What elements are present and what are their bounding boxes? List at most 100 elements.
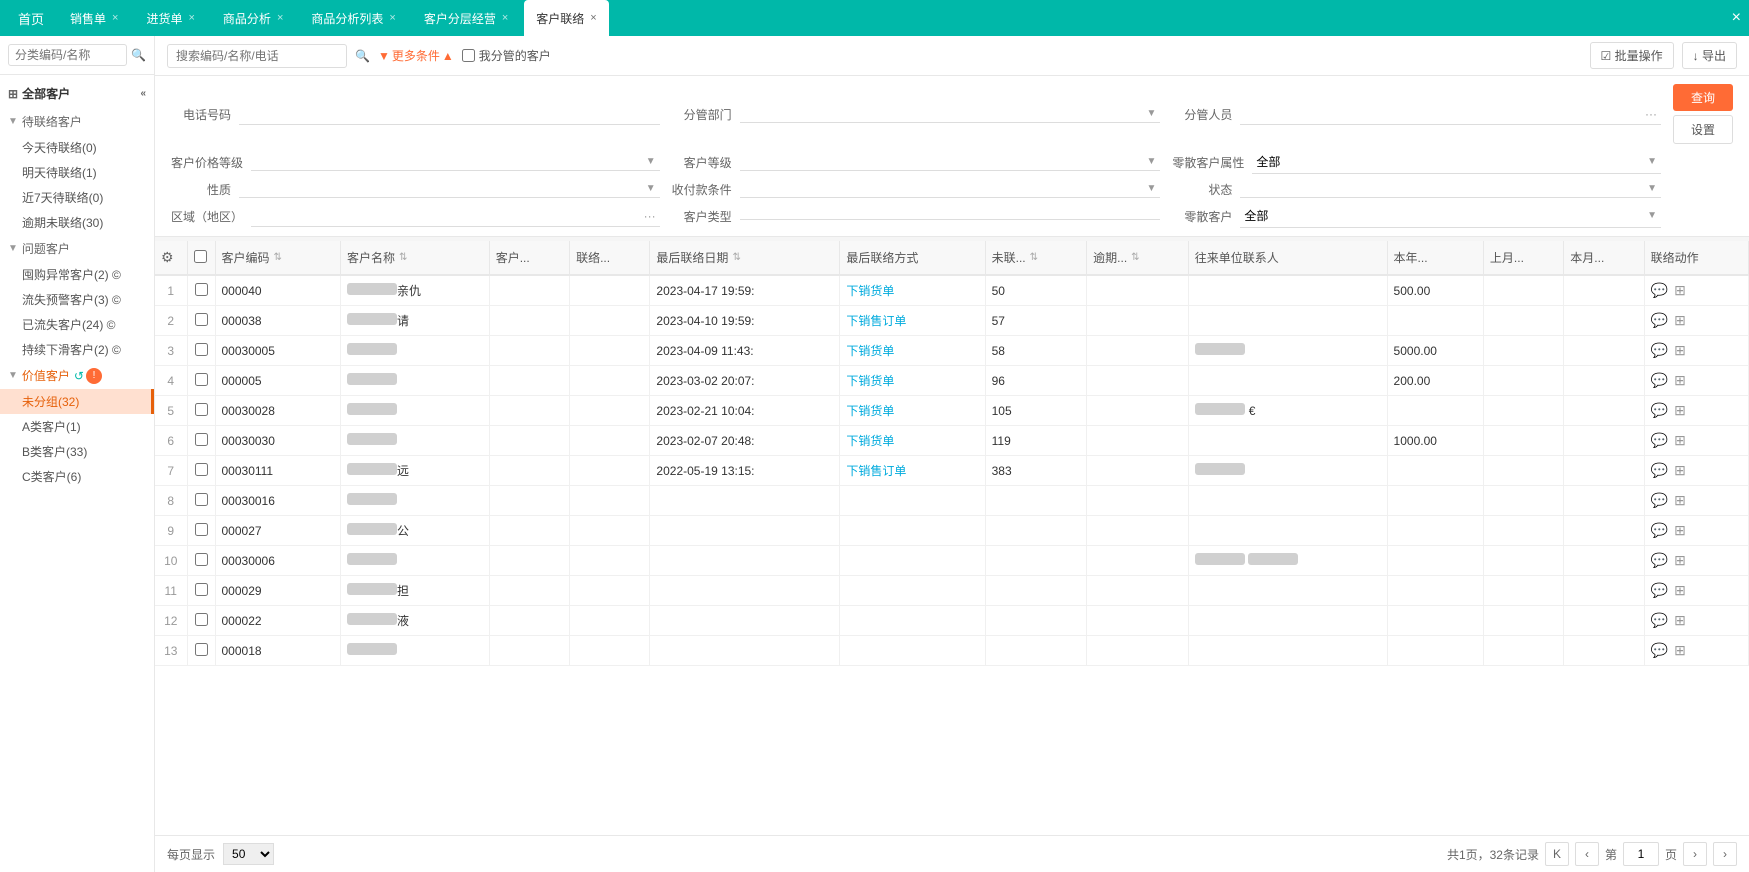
chat-icon[interactable]: 💬 <box>1651 282 1668 299</box>
sort-icon[interactable]: ⇅ <box>399 252 407 263</box>
sidebar-item-class-c[interactable]: C类客户(6) <box>0 464 154 489</box>
more-conditions-button[interactable]: ▼ 更多条件 ▲ <box>378 47 454 64</box>
page-size-select[interactable]: 50 100 200 <box>223 843 274 865</box>
sort-icon[interactable]: ⇅ <box>1131 252 1139 263</box>
close-icon[interactable]: × <box>389 12 395 24</box>
close-icon[interactable]: × <box>112 12 118 24</box>
sidebar-section-pending[interactable]: ▼ 待联络客户 <box>0 108 154 135</box>
chat-icon[interactable]: 💬 <box>1651 462 1668 479</box>
close-icon[interactable]: × <box>590 12 596 24</box>
grid-action-icon[interactable]: ⊞ <box>1674 582 1686 599</box>
chat-icon[interactable]: 💬 <box>1651 372 1668 389</box>
last-method-link[interactable]: 下销售订单 <box>846 314 906 328</box>
more-icon[interactable]: ··· <box>644 209 656 223</box>
row-select-checkbox[interactable] <box>195 373 208 386</box>
grid-action-icon[interactable]: ⊞ <box>1674 282 1686 299</box>
customer-tier-select[interactable]: ▼ <box>740 153 1161 171</box>
price-tier-select[interactable]: ▼ <box>251 153 660 171</box>
nav-tab-sales[interactable]: 销售单 × <box>58 0 130 36</box>
my-customers-checkbox-label[interactable]: 我分管的客户 <box>462 47 551 64</box>
row-select-checkbox[interactable] <box>195 613 208 626</box>
main-search-input[interactable] <box>167 44 347 68</box>
sidebar-item-churned[interactable]: 已流失客户(24) © <box>0 312 154 337</box>
sidebar-item-overdue[interactable]: 逾期未联络(30) <box>0 210 154 235</box>
status-select[interactable]: ▼ <box>1240 180 1661 198</box>
chat-icon[interactable]: 💬 <box>1651 522 1668 539</box>
prev-page-button[interactable]: ‹ <box>1575 842 1599 866</box>
sidebar-item-churn-warning[interactable]: 流失预警客户(3) © <box>0 287 154 312</box>
row-select-checkbox[interactable] <box>195 553 208 566</box>
row-select-checkbox[interactable] <box>195 523 208 536</box>
sidebar-section-problem[interactable]: ▼ 问题客户 <box>0 235 154 262</box>
grid-action-icon[interactable]: ⊞ <box>1674 402 1686 419</box>
grid-action-icon[interactable]: ⊞ <box>1674 312 1686 329</box>
nav-tab-purchase[interactable]: 进货单 × <box>134 0 206 36</box>
chat-icon[interactable]: 💬 <box>1651 492 1668 509</box>
grid-action-icon[interactable]: ⊞ <box>1674 642 1686 659</box>
last-method-link[interactable]: 下销货单 <box>846 374 894 388</box>
query-button[interactable]: 查询 <box>1673 84 1733 111</box>
sidebar-item-class-a[interactable]: A类客户(1) <box>0 414 154 439</box>
retail-customer-select[interactable]: 全部 ▼ <box>1240 204 1661 228</box>
nature-select[interactable]: ▼ <box>239 180 660 198</box>
sidebar-item-class-b[interactable]: B类客户(33) <box>0 439 154 464</box>
chat-icon[interactable]: 💬 <box>1651 552 1668 569</box>
grid-action-icon[interactable]: ⊞ <box>1674 372 1686 389</box>
chat-icon[interactable]: 💬 <box>1651 312 1668 329</box>
row-select-checkbox[interactable] <box>195 583 208 596</box>
batch-ops-button[interactable]: ☑ 批量操作 <box>1590 42 1674 69</box>
grid-action-icon[interactable]: ⊞ <box>1674 432 1686 449</box>
sidebar-item-7days[interactable]: 近7天待联络(0) <box>0 185 154 210</box>
region-select[interactable]: ··· <box>251 206 660 227</box>
sort-icon[interactable]: ⇅ <box>274 252 282 263</box>
grid-action-icon[interactable]: ⊞ <box>1674 522 1686 539</box>
chat-icon[interactable]: 💬 <box>1651 432 1668 449</box>
nav-tab-customer-contact[interactable]: 客户联络 × <box>524 0 608 36</box>
settings-icon[interactable]: ⚙ <box>161 249 174 265</box>
close-icon[interactable]: × <box>277 12 283 24</box>
export-button[interactable]: ↓ 导出 <box>1682 42 1737 69</box>
last-method-link[interactable]: 下销货单 <box>846 344 894 358</box>
phone-input[interactable] <box>239 104 660 125</box>
first-page-button[interactable]: K <box>1545 842 1569 866</box>
row-select-checkbox[interactable] <box>195 433 208 446</box>
row-select-checkbox[interactable] <box>195 493 208 506</box>
close-icon[interactable]: × <box>188 12 194 24</box>
retail-attr-select[interactable]: 全部 ▼ <box>1252 150 1661 174</box>
dept-select[interactable]: ▼ <box>740 105 1161 123</box>
chat-icon[interactable]: 💬 <box>1651 582 1668 599</box>
last-method-link[interactable]: 下销货单 <box>846 284 894 298</box>
row-select-checkbox[interactable] <box>195 343 208 356</box>
close-all-button[interactable]: × <box>1732 9 1741 27</box>
more-icon[interactable]: ··· <box>1645 107 1657 121</box>
nav-tab-analysis[interactable]: 商品分析 × <box>211 0 295 36</box>
nav-tab-analysis-list[interactable]: 商品分析列表 × <box>299 0 407 36</box>
last-method-link[interactable]: 下销售订单 <box>846 464 906 478</box>
row-select-checkbox[interactable] <box>195 283 208 296</box>
chat-icon[interactable]: 💬 <box>1651 342 1668 359</box>
grid-action-icon[interactable]: ⊞ <box>1674 552 1686 569</box>
customer-type-select[interactable] <box>740 213 1161 220</box>
grid-action-icon[interactable]: ⊞ <box>1674 462 1686 479</box>
grid-action-icon[interactable]: ⊞ <box>1674 342 1686 359</box>
manager-select[interactable]: ··· <box>1240 104 1661 125</box>
row-select-checkbox[interactable] <box>195 643 208 656</box>
refresh-icon[interactable]: ↺ <box>74 369 84 383</box>
chat-icon[interactable]: 💬 <box>1651 402 1668 419</box>
chat-icon[interactable]: 💬 <box>1651 612 1668 629</box>
sort-icon[interactable]: ⇅ <box>732 252 740 263</box>
search-icon[interactable]: 🔍 <box>131 48 146 62</box>
nav-tab-customer-tier[interactable]: 客户分层经营 × <box>412 0 520 36</box>
my-customers-checkbox[interactable] <box>462 49 475 62</box>
row-select-checkbox[interactable] <box>195 313 208 326</box>
payment-select[interactable]: ▼ <box>740 180 1161 198</box>
next-page-button[interactable]: › <box>1683 842 1707 866</box>
chat-icon[interactable]: 💬 <box>1651 642 1668 659</box>
sidebar-item-tomorrow[interactable]: 明天待联络(1) <box>0 160 154 185</box>
main-search-button[interactable]: 🔍 <box>355 49 370 63</box>
sidebar-root-all-customers[interactable]: ⊞ 全部客户 « <box>0 79 154 108</box>
sidebar-search-input[interactable] <box>8 44 127 66</box>
grid-action-icon[interactable]: ⊞ <box>1674 612 1686 629</box>
last-method-link[interactable]: 下销货单 <box>846 404 894 418</box>
last-page-button[interactable]: › <box>1713 842 1737 866</box>
